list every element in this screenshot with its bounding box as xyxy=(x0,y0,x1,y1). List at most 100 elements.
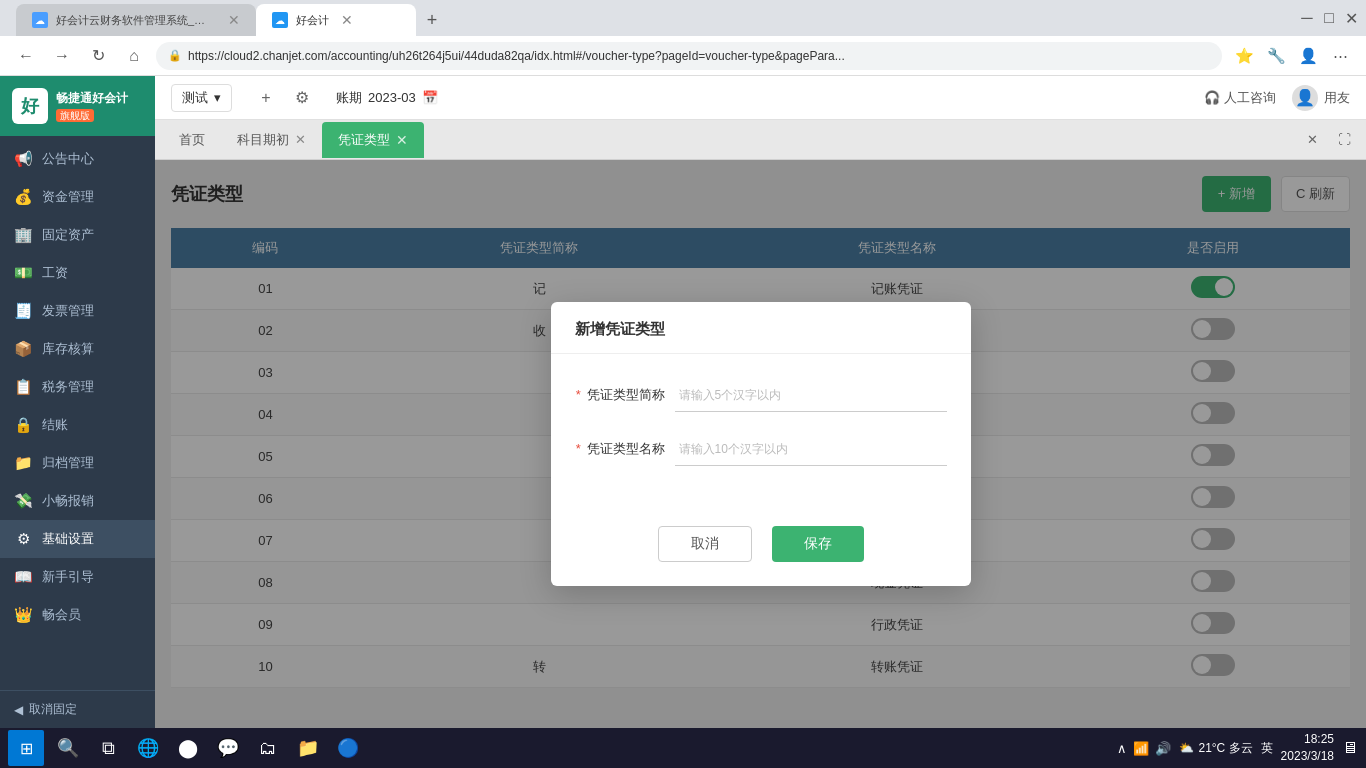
sidebar-item-announcements[interactable]: 📢 公告中心 xyxy=(0,140,155,178)
extensions-icon[interactable]: 🔧 xyxy=(1262,42,1290,70)
closing-icon: 🔒 xyxy=(14,416,32,434)
period-label: 账期 xyxy=(336,89,362,107)
modal-footer: 取消 保存 xyxy=(551,510,971,586)
taskbar-weather[interactable]: ⛅ 21°C 多云 xyxy=(1179,740,1252,757)
profile-icon[interactable]: 👤 xyxy=(1294,42,1322,70)
forward-button[interactable]: → xyxy=(48,42,76,70)
name-label: * 凭证类型名称 xyxy=(575,440,675,458)
inventory-icon: 📦 xyxy=(14,340,32,358)
favorites-icon[interactable]: ⭐ xyxy=(1230,42,1258,70)
sidebar-item-settings[interactable]: ⚙ 基础设置 xyxy=(0,520,155,558)
weather-icon: ⛅ xyxy=(1179,741,1194,755)
taskbar-search[interactable]: 🔍 xyxy=(52,732,84,764)
time-display: 18:25 xyxy=(1281,731,1334,748)
close-button[interactable]: ✕ xyxy=(1344,11,1358,25)
menu-icon[interactable]: ⋯ xyxy=(1326,42,1354,70)
app-logo: 好 畅捷通好会计 旗舰版 xyxy=(0,76,155,136)
tab2-close[interactable]: ✕ xyxy=(341,12,353,28)
tab-voucher-label: 凭证类型 xyxy=(338,131,390,149)
settings-button[interactable]: ⚙ xyxy=(288,84,316,112)
taskbar-edge2[interactable]: 🔵 xyxy=(332,732,364,764)
tab-voucher-close[interactable]: ✕ xyxy=(396,132,408,148)
sidebar-item-archive[interactable]: 📁 归档管理 xyxy=(0,444,155,482)
expense-icon: 💸 xyxy=(14,492,32,510)
notification-button[interactable]: 🖥 xyxy=(1342,739,1358,757)
logo-badge: 旗舰版 xyxy=(56,107,128,123)
new-tab-button[interactable]: + xyxy=(416,4,448,36)
expand-panel-button[interactable]: ⛶ xyxy=(1330,126,1358,154)
back-button[interactable]: ← xyxy=(12,42,40,70)
sidebar-item-invoices[interactable]: 🧾 发票管理 xyxy=(0,292,155,330)
guide-icon: 📖 xyxy=(14,568,32,586)
calendar-icon[interactable]: 📅 xyxy=(422,90,438,105)
content-area: 凭证类型 + 新增 C 刷新 编码 凭证类型简称 凭证类型名称 是否启用 xyxy=(155,160,1366,728)
taskbar-network-icon[interactable]: 📶 xyxy=(1133,741,1149,756)
add-voucher-type-modal: 新增凭证类型 * 凭证类型简称 * xyxy=(551,302,971,586)
abbr-label: * 凭证类型简称 xyxy=(575,386,675,404)
save-button[interactable]: 保存 xyxy=(772,526,864,562)
taskbar-wechat[interactable]: 💬 xyxy=(212,732,244,764)
sidebar-item-expense[interactable]: 💸 小畅报销 xyxy=(0,482,155,520)
taskbar-time[interactable]: 18:25 2023/3/18 xyxy=(1281,731,1334,765)
tab1-close[interactable]: ✕ xyxy=(228,12,240,28)
sidebar-item-guide[interactable]: 📖 新手引导 xyxy=(0,558,155,596)
minimize-button[interactable]: ─ xyxy=(1300,11,1314,25)
modal-title: 新增凭证类型 xyxy=(575,320,665,337)
member-icon: 👑 xyxy=(14,606,32,624)
maximize-button[interactable]: □ xyxy=(1322,11,1336,25)
required-mark: * xyxy=(576,441,581,456)
browser-tab-2[interactable]: ☁ 好会计 ✕ xyxy=(256,4,416,36)
sidebar-item-label: 小畅报销 xyxy=(42,492,94,510)
tab-subject-close[interactable]: ✕ xyxy=(295,132,306,147)
cancel-button[interactable]: 取消 xyxy=(658,526,752,562)
sidebar-item-funds[interactable]: 💰 资金管理 xyxy=(0,178,155,216)
taskbar-folder[interactable]: 📁 xyxy=(292,732,324,764)
url-bar[interactable]: 🔒 https://cloud2.chanjet.com/accounting/… xyxy=(156,42,1222,70)
consult-button[interactable]: 🎧 人工咨询 xyxy=(1204,89,1276,107)
refresh-button[interactable]: ↻ xyxy=(84,42,112,70)
page-tabs: 首页 科目期初 ✕ 凭证类型 ✕ ✕ ⛶ xyxy=(155,120,1366,160)
tab-home-label: 首页 xyxy=(179,131,205,149)
tab-home[interactable]: 首页 xyxy=(163,122,221,158)
taskbar-chrome[interactable]: ⬤ xyxy=(172,732,204,764)
period-value: 2023-03 xyxy=(368,90,416,105)
sidebar-item-assets[interactable]: 🏢 固定资产 xyxy=(0,216,155,254)
address-bar-actions: ⭐ 🔧 👤 ⋯ xyxy=(1230,42,1354,70)
weather-text: 21°C 多云 xyxy=(1198,740,1252,757)
taskbar-edge[interactable]: 🌐 xyxy=(132,732,164,764)
consult-label: 人工咨询 xyxy=(1224,89,1276,107)
start-button[interactable]: ⊞ xyxy=(8,730,44,766)
assets-icon: 🏢 xyxy=(14,226,32,244)
taskbar-chevron-icon[interactable]: ∧ xyxy=(1117,741,1127,756)
tab2-title: 好会计 xyxy=(296,13,329,28)
collapse-panel-button[interactable]: ✕ xyxy=(1298,126,1326,154)
user-avatar: 👤 xyxy=(1292,85,1318,111)
taskbar-app4[interactable]: 🗂 xyxy=(252,732,284,764)
tab-subject-init[interactable]: 科目期初 ✕ xyxy=(221,122,322,158)
tab-voucher-type[interactable]: 凭证类型 ✕ xyxy=(322,122,424,158)
browser-titlebar: ☁ 好会计云财务软件管理系统_会计 ✕ ☁ 好会计 ✕ + ─ □ ✕ xyxy=(0,0,1366,36)
sidebar-item-closing[interactable]: 🔒 结账 xyxy=(0,406,155,444)
sidebar-footer[interactable]: ◀ 取消固定 xyxy=(0,690,155,728)
name-input[interactable] xyxy=(675,432,947,466)
sidebar-item-member[interactable]: 👑 畅会员 xyxy=(0,596,155,634)
add-workspace-button[interactable]: + xyxy=(252,84,280,112)
taskbar-volume-icon[interactable]: 🔊 xyxy=(1155,741,1171,756)
abbr-input[interactable] xyxy=(675,378,947,412)
archive-icon: 📁 xyxy=(14,454,32,472)
taskbar-ime[interactable]: 英 xyxy=(1261,740,1273,757)
name-label-text: 凭证类型名称 xyxy=(587,441,665,456)
window-controls: ─ □ ✕ xyxy=(1300,11,1358,25)
user-menu[interactable]: 👤 用友 xyxy=(1292,85,1350,111)
topbar-right: 🎧 人工咨询 👤 用友 xyxy=(1204,85,1350,111)
home-button[interactable]: ⌂ xyxy=(120,42,148,70)
tab-bar: ☁ 好会计云财务软件管理系统_会计 ✕ ☁ 好会计 ✕ + xyxy=(8,0,1292,36)
sidebar-item-payroll[interactable]: 💵 工资 xyxy=(0,254,155,292)
taskbar-taskview[interactable]: ⧉ xyxy=(92,732,124,764)
sidebar-item-inventory[interactable]: 📦 库存核算 xyxy=(0,330,155,368)
browser-tab-1[interactable]: ☁ 好会计云财务软件管理系统_会计 ✕ xyxy=(16,4,256,36)
sidebar-item-tax[interactable]: 📋 税务管理 xyxy=(0,368,155,406)
workspace-selector[interactable]: 测试 ▾ xyxy=(171,84,232,112)
sidebar-item-label: 发票管理 xyxy=(42,302,94,320)
app-topbar: 测试 ▾ + ⚙ 账期 2023-03 📅 🎧 人工咨询 👤 用友 xyxy=(155,76,1366,120)
